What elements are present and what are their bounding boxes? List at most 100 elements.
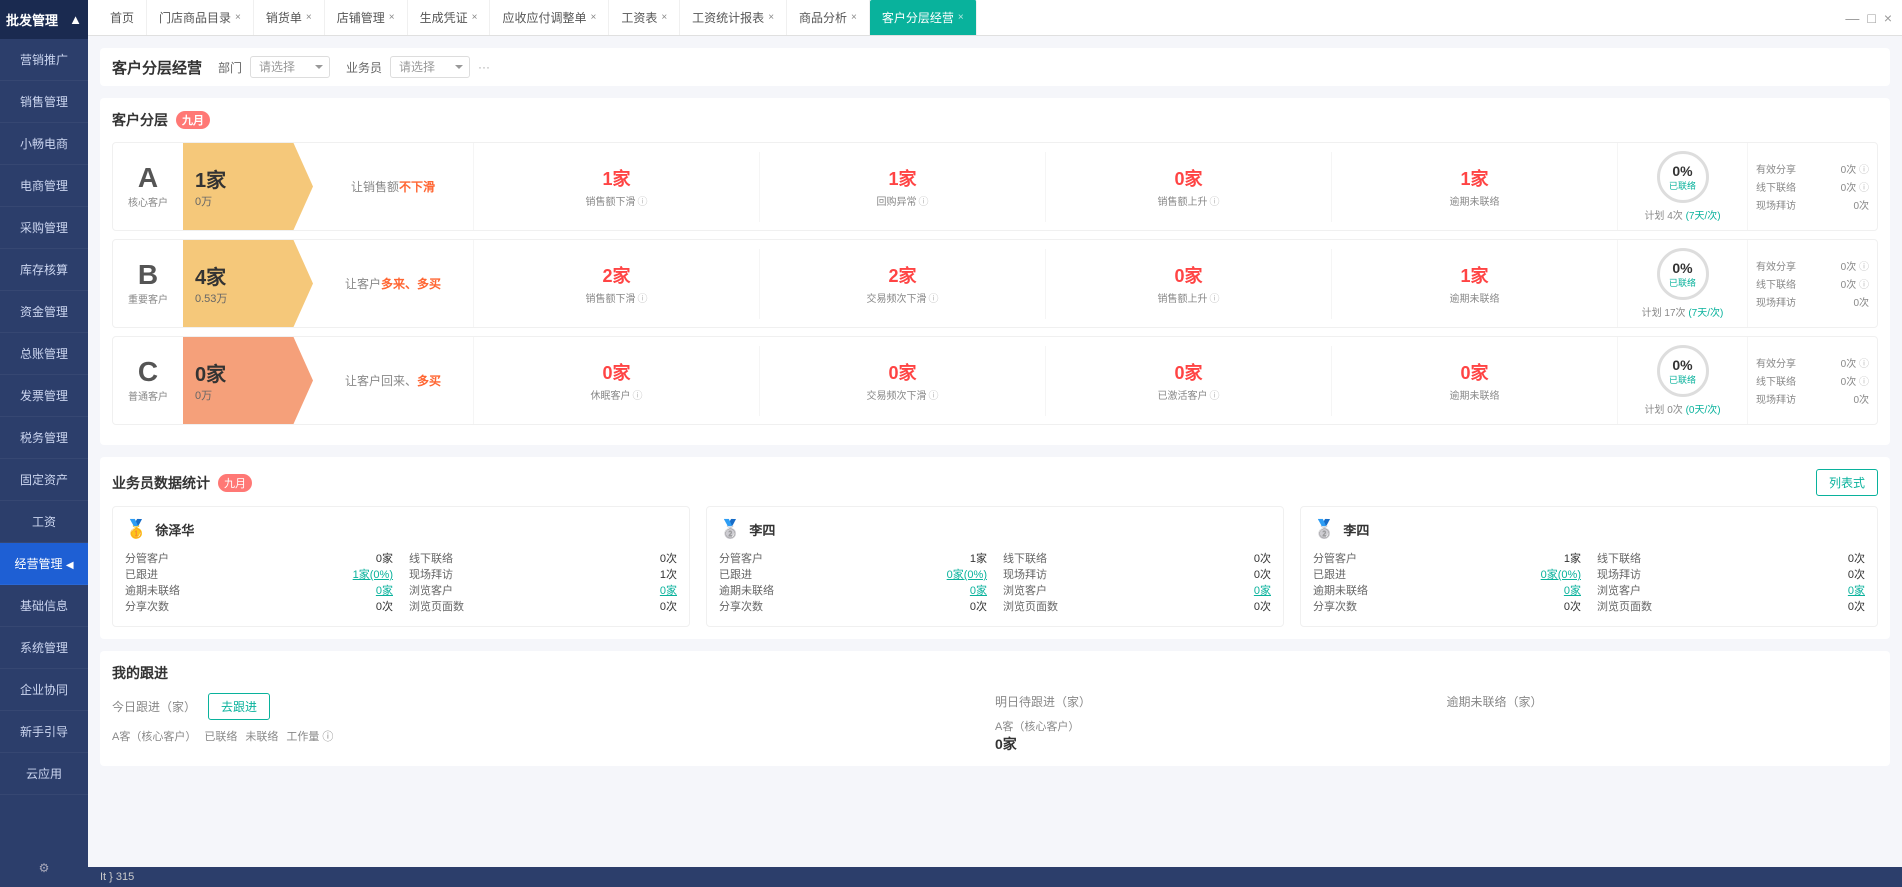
bottom-bar: It } 315 — [88, 867, 1902, 887]
a-core-label: A客（核心客户） — [995, 718, 1427, 734]
customer-tier-title: 客户分层 — [112, 110, 168, 130]
sidebar-item-guide[interactable]: 新手引导 — [0, 711, 88, 753]
biz-name-2: 李四 — [749, 520, 775, 539]
sidebar-item-payroll[interactable]: 工资 — [0, 501, 88, 543]
biz-stat-row: 逾期未联络0家 — [125, 582, 393, 598]
tier-a-contact: 0% 已联络 计划 4次 (7天/次) — [1617, 143, 1747, 230]
tier-b-stat-1: 2家 销售额下滑 ⓘ — [474, 249, 760, 319]
tier-a-suggestion: 让销售额不下滑 — [313, 143, 473, 230]
tab-close-store-products[interactable]: × — [235, 0, 241, 36]
biz-stats-title: 业务员数据统计 — [112, 473, 210, 493]
sidebar-item-invoice[interactable]: 发票管理 — [0, 375, 88, 417]
tab-ar-ap[interactable]: 应收应付调整单× — [490, 0, 609, 36]
tab-store-products[interactable]: 门店商品目录× — [147, 0, 254, 36]
tier-a-stat-1: 1家 销售额下滑 ⓘ — [474, 152, 760, 222]
biz-stat-row: 现场拜访1次 — [409, 566, 677, 582]
a-core-value: 0家 — [995, 734, 1427, 754]
content-area: 客户分层经营 部门 请选择 业务员 请选择 ··· 客户分层 九月 — [88, 36, 1902, 867]
customer-tier-section: 客户分层 九月 A 核心客户 1家 0万 让销售额不下滑 1家 — [100, 98, 1890, 445]
sub-label-c: 未联络 — [245, 728, 278, 744]
tier-row-a: A 核心客户 1家 0万 让销售额不下滑 1家 销售额下滑 ⓘ 1家 — [112, 142, 1878, 231]
sidebar-item-marketing[interactable]: 营销推广 — [0, 39, 88, 81]
sidebar-item-basic-info[interactable]: 基础信息 — [0, 585, 88, 627]
followup-today: 今日跟进（家） 去跟进 A客（核心客户） 已联络 未联络 工作量 ⓘ — [112, 693, 975, 744]
tab-store-mgmt[interactable]: 店铺管理× — [325, 0, 408, 36]
tab-product-analysis[interactable]: 商品分析× — [787, 0, 870, 36]
sidebar-header[interactable]: 批发管理 ▲ — [0, 0, 88, 39]
tier-a-contact-circle: 0% 已联络 — [1657, 151, 1709, 203]
sidebar-item-ecommerce-small[interactable]: 小畅电商 — [0, 123, 88, 165]
tier-a-extra: 有效分享0次 ⓘ 线下联络0次 ⓘ 现场拜访0次 — [1747, 143, 1877, 230]
go-followup-button[interactable]: 去跟进 — [208, 693, 270, 720]
dept-select[interactable]: 请选择 — [250, 56, 330, 78]
customer-tier-header: 客户分层 九月 — [112, 110, 1878, 130]
list-view-button[interactable]: 列表式 — [1816, 469, 1878, 496]
tab-home[interactable]: 首页 — [98, 0, 147, 36]
biz-filter: 业务员 请选择 ··· — [346, 56, 490, 78]
tab-customer-tier[interactable]: 客户分层经营× — [870, 0, 977, 36]
sidebar-settings[interactable]: ⚙ — [0, 849, 88, 887]
tab-close-sales-order[interactable]: × — [306, 0, 312, 36]
tier-c-stat-3: 0家 已激活客户 ⓘ — [1046, 346, 1332, 416]
tab-close-store-mgmt[interactable]: × — [389, 0, 395, 36]
tier-c-stat-4: 0家 逾期未联络 — [1332, 346, 1617, 416]
sidebar-item-ledger[interactable]: 总账管理 — [0, 333, 88, 375]
sidebar-item-ecommerce[interactable]: 电商管理 — [0, 165, 88, 207]
tab-payroll-table[interactable]: 工资表× — [609, 0, 680, 36]
today-followup-label: 今日跟进（家） — [112, 698, 196, 715]
more-options-icon[interactable]: ··· — [478, 60, 490, 74]
customer-month-badge: 九月 — [176, 111, 210, 129]
sidebar-item-assets[interactable]: 固定资产 — [0, 459, 88, 501]
tab-close-ar-ap[interactable]: × — [590, 0, 596, 36]
tier-b-suggestion: 让客户多来、多买 — [313, 240, 473, 327]
biz-stat-row: 线下联络0次 — [409, 550, 677, 566]
tier-b-stats: 2家 销售额下滑 ⓘ 2家 交易频次下滑 ⓘ 0家 销售额上升 ⓘ 1家 逾期未… — [473, 240, 1617, 327]
tab-close-payroll-table[interactable]: × — [661, 0, 667, 36]
sidebar-item-inventory[interactable]: 库存核算 — [0, 249, 88, 291]
biz-card-1: 🥇 徐泽华 分管客户0家 已跟进1家(0%) 逾期未联络0家 分享次数0次 线下… — [112, 506, 690, 627]
biz-cards-grid: 🥇 徐泽华 分管客户0家 已跟进1家(0%) 逾期未联络0家 分享次数0次 线下… — [112, 506, 1878, 627]
sidebar-item-management[interactable]: 经营管理 ◀ — [0, 543, 88, 585]
tab-close-customer-tier[interactable]: × — [958, 0, 964, 36]
tomorrow-followup-label: 明日待跟进（家） — [995, 693, 1427, 710]
sub-label-d: 工作量 ⓘ — [286, 728, 333, 744]
overdue-label: 逾期未联络（家） — [1447, 693, 1879, 710]
biz-name-3: 李四 — [1343, 520, 1369, 539]
biz-stat-row: 分享次数0次 — [125, 598, 393, 614]
biz-name-1: 徐泽华 — [155, 520, 194, 539]
main-area: 首页 门店商品目录× 销货单× 店铺管理× 生成凭证× 应收应付调整单× 工资表… — [88, 0, 1902, 887]
tab-bar-end: — □ × — [1845, 10, 1892, 26]
tab-close-payroll-report[interactable]: × — [768, 0, 774, 36]
sidebar-item-system[interactable]: 系统管理 — [0, 627, 88, 669]
tab-voucher[interactable]: 生成凭证× — [408, 0, 491, 36]
followup-content: 今日跟进（家） 去跟进 A客（核心客户） 已联络 未联络 工作量 ⓘ 明日待跟进… — [112, 693, 1878, 754]
tier-c-stat-1: 0家 休眠客户 ⓘ — [474, 346, 760, 416]
sub-label-b: 已联络 — [204, 728, 237, 744]
tab-close-all-icon[interactable]: × — [1884, 10, 1892, 26]
tab-close-voucher[interactable]: × — [472, 0, 478, 36]
tier-b-label: B 重要客户 — [113, 240, 183, 327]
tier-c-suggestion: 让客户回来、多买 — [313, 337, 473, 424]
sidebar-item-cloud[interactable]: 云应用 — [0, 753, 88, 795]
tab-close-product-analysis[interactable]: × — [851, 0, 857, 36]
sidebar-item-purchase[interactable]: 采购管理 — [0, 207, 88, 249]
followup-section: 我的跟进 今日跟进（家） 去跟进 A客（核心客户） 已联络 未联络 工作量 ⓘ — [100, 651, 1890, 766]
sidebar-item-tax[interactable]: 税务管理 — [0, 417, 88, 459]
tab-minimize-icon[interactable]: — — [1845, 10, 1859, 26]
tier-a-count: 1家 0万 — [183, 143, 313, 230]
tier-b-contact: 0% 已联络 计划 17次 (7天/次) — [1617, 240, 1747, 327]
tab-restore-icon[interactable]: □ — [1867, 10, 1875, 26]
sidebar-item-collab[interactable]: 企业协同 — [0, 669, 88, 711]
medal-bronze-icon: 🥈 — [1313, 519, 1335, 540]
followup-title: 我的跟进 — [112, 663, 1878, 683]
biz-select[interactable]: 请选择 — [390, 56, 470, 78]
dept-label: 部门 — [218, 59, 242, 76]
sidebar-item-finance[interactable]: 资金管理 — [0, 291, 88, 333]
sidebar-item-sales[interactable]: 销售管理 — [0, 81, 88, 123]
dept-filter: 部门 请选择 — [218, 56, 330, 78]
biz-stat-row: 浏览客户0家 — [409, 582, 677, 598]
tab-payroll-report[interactable]: 工资统计报表× — [680, 0, 787, 36]
tier-c-stat-2: 0家 交易频次下滑 ⓘ — [760, 346, 1046, 416]
tier-b-count: 4家 0.53万 — [183, 240, 313, 327]
tab-sales-order[interactable]: 销货单× — [254, 0, 325, 36]
